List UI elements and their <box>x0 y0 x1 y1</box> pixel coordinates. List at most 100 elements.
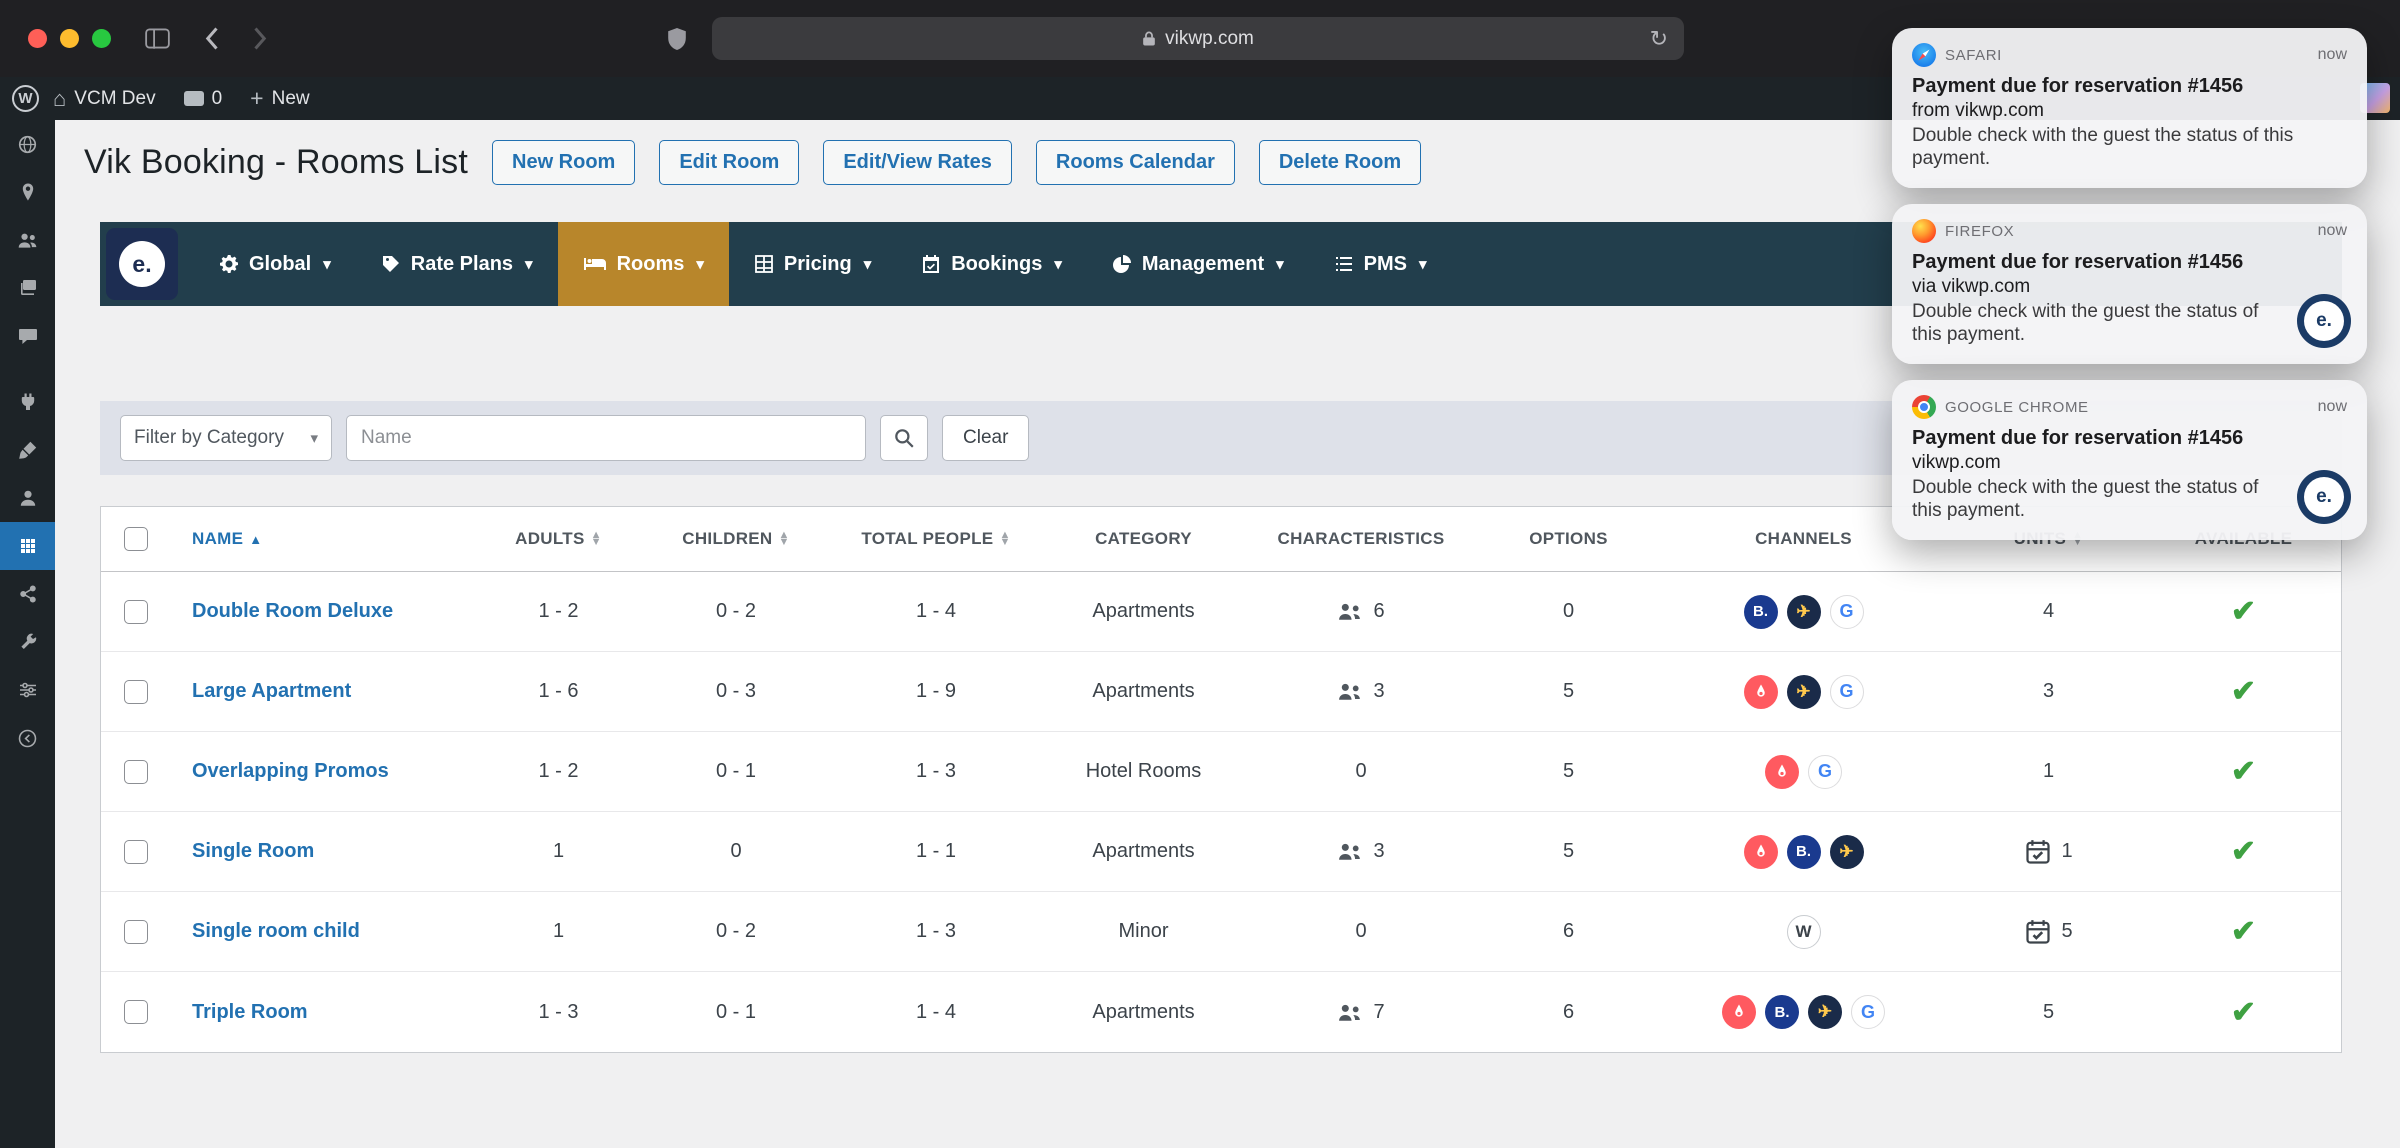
sidebar-item-users[interactable] <box>0 216 55 264</box>
children-value: 0 <box>730 840 742 862</box>
nav-label: PMS <box>1363 252 1407 275</box>
category-value: Hotel Rooms <box>1085 760 1202 782</box>
nav-item-global[interactable]: Global ▾ <box>194 222 356 306</box>
notification-title: Payment due for reservation #1456 <box>1912 75 2244 97</box>
sidebar-item-share[interactable] <box>0 570 55 618</box>
children-value: 0 - 3 <box>715 680 757 702</box>
gear-icon <box>220 255 238 273</box>
edit-room-button[interactable]: Edit Room <box>659 140 800 185</box>
sidebar-item-tools[interactable] <box>0 618 55 666</box>
sidebar-item-plugins[interactable] <box>0 378 55 426</box>
available-check-icon: ✔ <box>2230 835 2257 868</box>
channel-icon-expedia: ✈ <box>1786 594 1821 629</box>
options-value: 0 <box>1562 600 1575 622</box>
row-select-checkbox[interactable] <box>124 919 148 944</box>
sidebar-item-dashboard[interactable] <box>0 120 55 168</box>
room-name-link[interactable]: Triple Room <box>192 1001 308 1024</box>
notification-title: Payment due for reservation #1456 <box>1912 427 2244 449</box>
row-select-checkbox[interactable] <box>124 759 148 784</box>
minimize-window-button[interactable] <box>60 29 79 48</box>
sidebar-item-posts[interactable] <box>0 168 55 216</box>
close-window-button[interactable] <box>28 29 47 48</box>
room-name-link[interactable]: Overlapping Promos <box>192 760 389 783</box>
nav-item-management[interactable]: Management ▾ <box>1087 222 1309 306</box>
site-name-menu[interactable]: ⌂ VCM Dev <box>39 77 170 120</box>
rooms-calendar-button[interactable]: Rooms Calendar <box>1035 140 1235 185</box>
sidebar-item-media[interactable] <box>0 264 55 312</box>
notification-safari[interactable]: SAFARI now Payment due for reservation #… <box>1892 28 2367 188</box>
privacy-shield-icon[interactable] <box>666 26 688 57</box>
sidebar-item-appearance[interactable] <box>0 426 55 474</box>
sidebar-item-vikbooking[interactable] <box>0 522 55 570</box>
room-name-link[interactable]: Single room child <box>192 920 360 943</box>
name-search-input[interactable] <box>346 415 866 461</box>
category-filter-select[interactable]: Filter by Category ▾ <box>120 415 332 461</box>
row-select-checkbox[interactable] <box>124 1000 148 1024</box>
safari-icon <box>1912 43 1936 67</box>
row-select-checkbox[interactable] <box>124 599 148 624</box>
reload-icon[interactable]: ↻ <box>1650 26 1668 52</box>
row-select-checkbox[interactable] <box>124 839 148 864</box>
column-header-name[interactable]: NAME ▲ <box>171 529 471 549</box>
bed-icon <box>583 258 606 270</box>
nav-item-pricing[interactable]: Pricing ▾ <box>729 222 896 306</box>
channel-icon-expedia: ✈ <box>1829 834 1864 869</box>
comments-menu[interactable]: 0 <box>170 77 237 120</box>
notification-firefox[interactable]: FIREFOX now Payment due for reservation … <box>1892 204 2367 364</box>
comments-icon <box>183 91 204 106</box>
nav-item-pms[interactable]: PMS ▾ <box>1309 222 1452 306</box>
delete-room-button[interactable]: Delete Room <box>1258 140 1422 185</box>
children-value: 0 - 1 <box>715 760 757 782</box>
room-name-link[interactable]: Double Room Deluxe <box>192 600 393 623</box>
adults-value: 1 <box>552 920 565 942</box>
column-header-adults[interactable]: ADULTS ▲ ▼ <box>471 529 646 549</box>
new-room-button[interactable]: New Room <box>492 140 636 185</box>
room-name-link[interactable]: Single Room <box>192 840 314 863</box>
adults-value: 1 <box>552 840 565 862</box>
new-label: New <box>271 87 310 109</box>
search-button[interactable] <box>880 415 928 461</box>
children-value: 0 - 2 <box>715 920 757 942</box>
back-button[interactable] <box>204 26 219 51</box>
address-bar[interactable]: vikwp.com ↻ <box>712 17 1684 60</box>
category-value: Apartments <box>1092 680 1195 702</box>
notification-chrome[interactable]: GOOGLE CHROME now Payment due for reserv… <box>1892 380 2367 540</box>
pie-chart-icon <box>1112 255 1131 273</box>
zoom-window-button[interactable] <box>92 29 111 48</box>
table-row: Single room child 1 0 - 2 1 - 3 Minor 0 … <box>101 892 2341 972</box>
category-filter-value: Filter by Category <box>134 427 284 448</box>
row-select-checkbox[interactable] <box>124 679 148 704</box>
channel-icon-expedia: ✈ <box>1808 995 1842 1029</box>
room-name-link[interactable]: Large Apartment <box>192 680 351 703</box>
characteristics-value: 7 <box>1373 1000 1385 1023</box>
units-value: 1 <box>2042 760 2055 782</box>
column-header-category: CATEGORY <box>1095 529 1192 548</box>
units-value: 5 <box>2042 1000 2055 1023</box>
notification-body: Double check with the guest the status o… <box>1912 125 2294 170</box>
sidebar-item-profile[interactable] <box>0 474 55 522</box>
chevron-down-icon: ▾ <box>310 430 318 447</box>
sidebar-item-comments[interactable] <box>0 312 55 360</box>
nav-item-bookings[interactable]: Bookings ▾ <box>896 222 1087 306</box>
column-header-children[interactable]: CHILDREN ▲ ▼ <box>646 529 826 549</box>
sidebar-item-settings[interactable] <box>0 666 55 714</box>
nav-item-rooms[interactable]: Rooms ▾ <box>557 222 729 306</box>
forward-button[interactable] <box>253 26 268 51</box>
wordpress-logo-icon[interactable]: W <box>12 85 39 112</box>
chevron-down-icon: ▾ <box>696 256 704 273</box>
nav-label: Pricing <box>783 252 852 275</box>
notification-subtitle: via vikwp.com <box>1912 276 2031 297</box>
sidebar-toggle-icon[interactable] <box>145 28 170 49</box>
comments-count: 0 <box>211 87 223 109</box>
clear-button[interactable]: Clear <box>942 415 1030 461</box>
units-value: 4 <box>2042 600 2055 622</box>
notification-app-name: GOOGLE CHROME <box>1945 398 2089 416</box>
select-all-checkbox[interactable] <box>124 527 148 551</box>
options-value: 5 <box>1562 680 1575 702</box>
new-content-menu[interactable]: + New <box>236 77 323 120</box>
sidebar-collapse-menu[interactable] <box>0 714 55 762</box>
nav-item-rate-plans[interactable]: Rate Plans ▾ <box>356 222 558 306</box>
column-header-total-people[interactable]: TOTAL PEOPLE ▲ ▼ <box>826 529 1046 549</box>
edit-view-rates-button[interactable]: Edit/View Rates <box>823 140 1012 185</box>
characteristics-value: 0 <box>1355 920 1367 942</box>
